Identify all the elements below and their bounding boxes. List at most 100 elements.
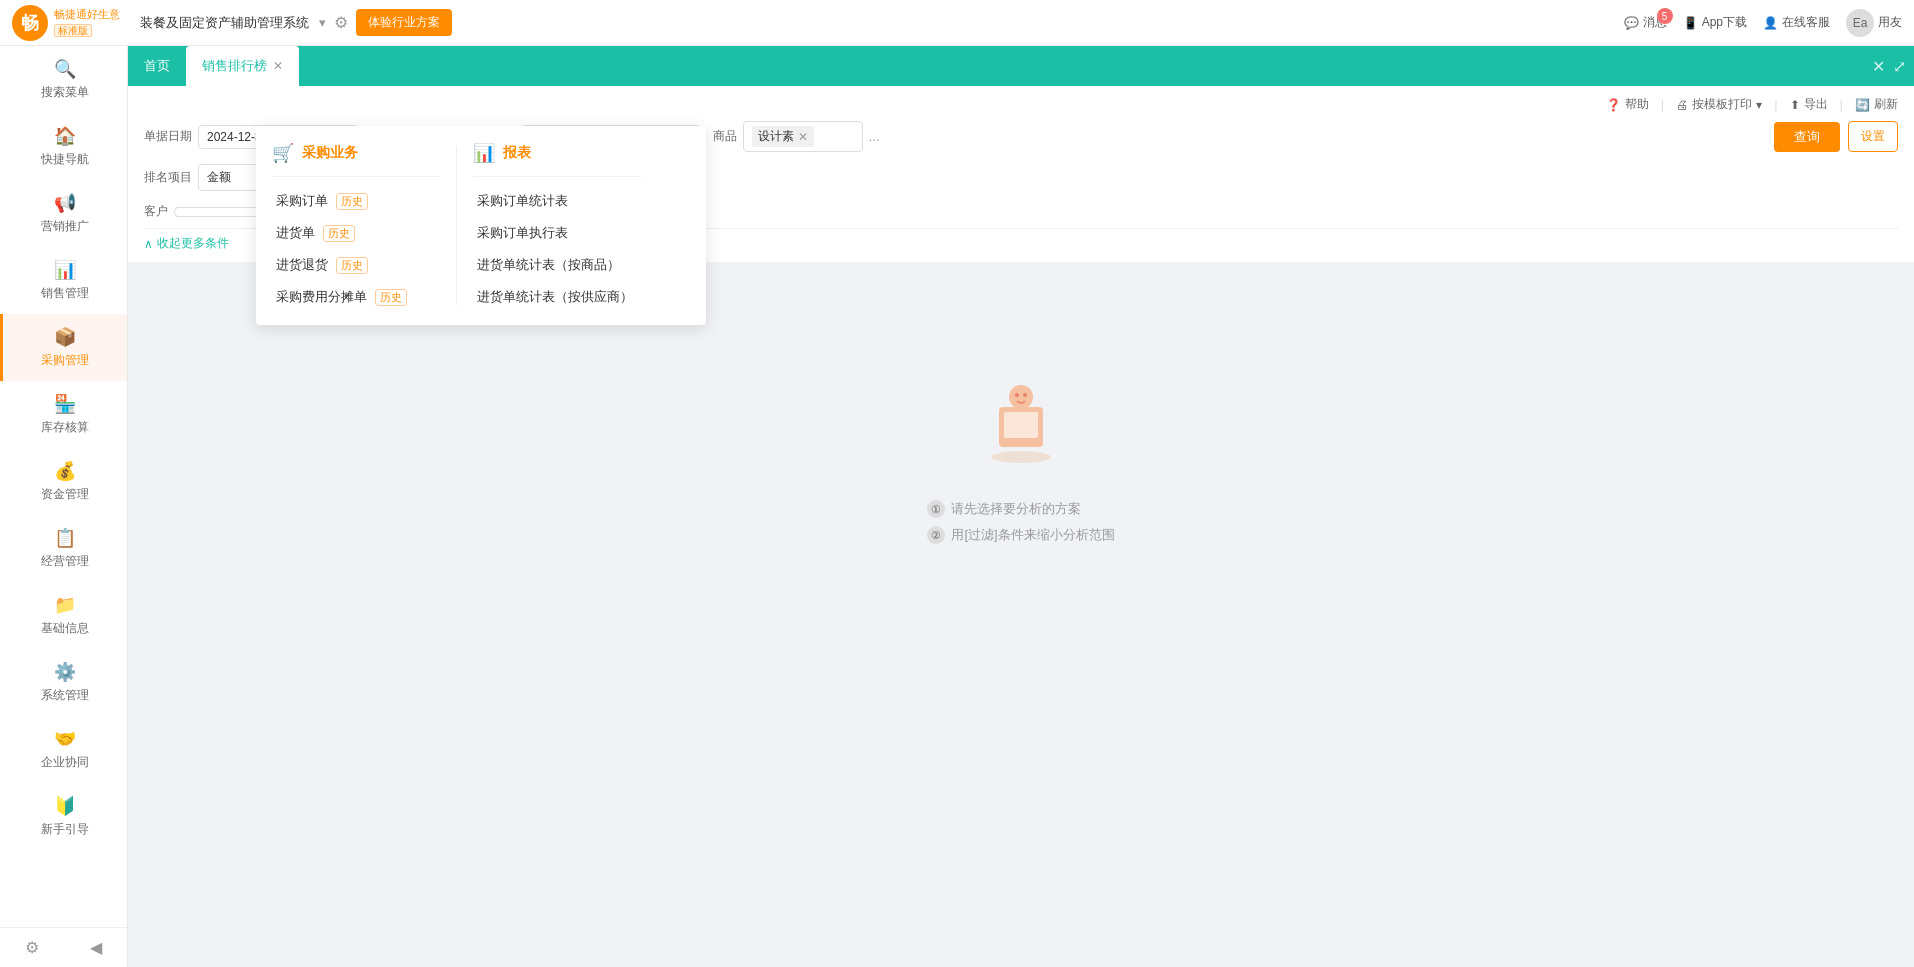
sidebar-collapse-btn[interactable]: ◀ [90, 938, 102, 957]
goods-tag-close-icon[interactable]: ✕ [798, 130, 808, 144]
sidebar-label-quicknav: 快捷导航 [41, 151, 89, 168]
industry-button[interactable]: 体验行业方案 [356, 9, 452, 36]
dropdown-item-return[interactable]: 进货退货 历史 [272, 249, 440, 281]
sidebar-item-marketing[interactable]: 📢 营销推广 [0, 180, 127, 247]
top-bar-system: 装餐及固定资产辅助管理系统 ▾ ⚙ 体验行业方案 [140, 9, 1624, 36]
setting-button[interactable]: 设置 [1848, 121, 1898, 152]
dropdown-col1-header: 🛒 采购业务 [272, 138, 440, 177]
return-label: 进货退货 [276, 256, 328, 274]
export-button[interactable]: ⬆ 导出 [1790, 96, 1828, 113]
dropdown-item-order-stats[interactable]: 采购订单统计表 [473, 185, 641, 217]
goods-tag: 设计素 ✕ [752, 126, 814, 147]
tab-expand-icon[interactable]: ⤢ [1893, 57, 1906, 76]
refresh-button[interactable]: 🔄 刷新 [1855, 96, 1898, 113]
purchase-col-icon: 🛒 [272, 142, 294, 164]
order-stats-label: 采购订单统计表 [477, 192, 568, 210]
sidebar-item-quicknav[interactable]: 🏠 快捷导航 [0, 113, 127, 180]
guide-icon: 🔰 [54, 795, 76, 817]
sidebar-item-inventory[interactable]: 🏪 库存核算 [0, 381, 127, 448]
sidebar-label-operation: 经营管理 [41, 553, 89, 570]
online-service-action[interactable]: 👤 在线客服 [1763, 14, 1830, 31]
sidebar-item-purchase[interactable]: 📦 采购管理 [0, 314, 127, 381]
search-icon: 🔍 [54, 58, 76, 80]
basic-icon: 📁 [54, 594, 76, 616]
user-action[interactable]: Ea 用友 [1846, 9, 1902, 37]
print-icon: 🖨 [1676, 98, 1688, 112]
goods-dots[interactable]: ... [869, 129, 880, 144]
return-history[interactable]: 历史 [336, 257, 368, 274]
top-bar-actions: 💬 消息 5 📱 App下载 👤 在线客服 Ea 用友 [1624, 9, 1902, 37]
logo-icon: 畅 [12, 5, 48, 41]
system-name: 装餐及固定资产辅助管理系统 [140, 14, 309, 32]
sidebar-item-basic[interactable]: 📁 基础信息 [0, 582, 127, 649]
purchase-order-label: 采购订单 [276, 192, 328, 210]
dropdown-item-receipt[interactable]: 进货单 历史 [272, 217, 440, 249]
toolbar-divider2: | [1774, 97, 1777, 112]
message-action[interactable]: 💬 消息 5 [1624, 14, 1667, 31]
dropdown-item-receipt-stats-goods[interactable]: 进货单统计表（按商品） [473, 249, 641, 281]
system-settings-icon[interactable]: ⚙ [334, 13, 348, 32]
help-icon: ❓ [1606, 98, 1621, 112]
header-toolbar: ❓ 帮助 | 🖨 按模板打印 ▾ | ⬆ 导出 [144, 96, 1898, 113]
sidebar-label-basic: 基础信息 [41, 620, 89, 637]
tab-sales-rank[interactable]: 销售排行榜 ✕ [186, 46, 299, 86]
marketing-icon: 📢 [54, 192, 76, 214]
date-label: 单据日期 [144, 128, 192, 145]
phone-icon: 📱 [1683, 16, 1698, 30]
goods-label: 商品 [713, 128, 737, 145]
goods-filter: 商品 设计素 ✕ ... [713, 121, 880, 152]
sidebar-item-operation[interactable]: 📋 经营管理 [0, 515, 127, 582]
toolbar-divider3: | [1840, 97, 1843, 112]
sidebar-label-system: 系统管理 [41, 687, 89, 704]
dropdown-item-purchase-order[interactable]: 采购订单 历史 [272, 185, 440, 217]
tab-bar: 首页 销售排行榜 ✕ ✕ ⤢ [128, 46, 1914, 86]
receipt-label: 进货单 [276, 224, 315, 242]
sidebar-label-enterprise: 企业协同 [41, 754, 89, 771]
dropdown-item-receipt-stats-supplier[interactable]: 进货单统计表（按供应商） [473, 281, 641, 313]
sidebar-label-search: 搜索菜单 [41, 84, 89, 101]
dropdown-item-expense[interactable]: 采购费用分摊单 历史 [272, 281, 440, 313]
sidebar-item-enterprise[interactable]: 🤝 企业协同 [0, 716, 127, 783]
sidebar-item-finance[interactable]: 💰 资金管理 [0, 448, 127, 515]
print-button[interactable]: 🖨 按模板打印 ▾ [1676, 96, 1762, 113]
dropdown-col2-header: 📊 报表 [473, 138, 641, 177]
goods-input[interactable]: 设计素 ✕ [743, 121, 863, 152]
receipt-history[interactable]: 历史 [323, 225, 355, 242]
sidebar-settings-btn[interactable]: ⚙ [25, 938, 39, 957]
content-area: 首页 销售排行榜 ✕ ✕ ⤢ [128, 46, 1914, 967]
export-icon: ⬆ [1790, 98, 1800, 112]
tab-close-icon[interactable]: ✕ [273, 59, 283, 73]
svg-point-5 [1023, 393, 1027, 397]
system-dropdown-icon[interactable]: ▾ [319, 15, 326, 30]
user-avatar: Ea [1846, 9, 1874, 37]
action-buttons: 查询 设置 [1774, 121, 1898, 152]
dropdown-item-order-exec[interactable]: 采购订单执行表 [473, 217, 641, 249]
app-download-action[interactable]: 📱 App下载 [1683, 14, 1747, 31]
inventory-icon: 🏪 [54, 393, 76, 415]
sidebar-item-search[interactable]: 🔍 搜索菜单 [0, 46, 127, 113]
svg-point-3 [1009, 385, 1033, 409]
receipt-stats-goods-label: 进货单统计表（按商品） [477, 256, 620, 274]
toolbar-divider1: | [1661, 97, 1664, 112]
tab-close-window-icon[interactable]: ✕ [1872, 57, 1885, 76]
expense-history[interactable]: 历史 [375, 289, 407, 306]
export-label: 导出 [1804, 96, 1828, 113]
purchase-dropdown-menu: 🛒 采购业务 采购订单 历史 进货单 历史 进货退货 [256, 126, 706, 325]
rank-value: 金额 [207, 169, 231, 186]
help-button[interactable]: ❓ 帮助 [1606, 96, 1649, 113]
tip2-num: ② [927, 526, 945, 544]
goods-tag-text: 设计素 [758, 128, 794, 145]
sidebar-item-sales[interactable]: 📊 销售管理 [0, 247, 127, 314]
sidebar-bottom: ⚙ ◀ [0, 927, 127, 967]
purchase-order-history[interactable]: 历史 [336, 193, 368, 210]
report-col-icon: 📊 [473, 142, 495, 164]
sidebar-item-system[interactable]: ⚙️ 系统管理 [0, 649, 127, 716]
enterprise-icon: 🤝 [54, 728, 76, 750]
tab-home-label: 首页 [144, 57, 170, 75]
tip2-text: 用[过滤]条件来缩小分析范围 [951, 522, 1114, 548]
query-button[interactable]: 查询 [1774, 122, 1840, 152]
tab-home[interactable]: 首页 [128, 46, 186, 86]
sidebar: 🔍 搜索菜单 🏠 快捷导航 📢 营销推广 📊 销售管理 📦 采购管理 🏪 [0, 46, 128, 967]
service-icon: 👤 [1763, 16, 1778, 30]
sidebar-item-guide[interactable]: 🔰 新手引导 [0, 783, 127, 850]
